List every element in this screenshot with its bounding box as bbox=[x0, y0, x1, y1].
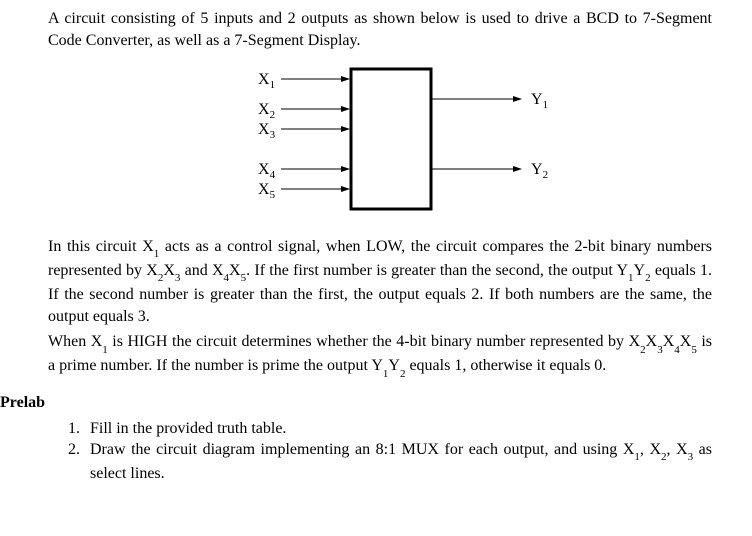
label-y2: Y2 bbox=[531, 161, 548, 181]
list-item: 1. Fill in the provided truth table. bbox=[68, 418, 712, 440]
circuit-diagram: X1 X2 X3 X4 X5 Y1 Y2 bbox=[0, 59, 752, 224]
list-body: Draw the circuit diagram implementing an… bbox=[90, 439, 712, 485]
label-x5: X5 bbox=[258, 181, 276, 201]
description-paragraph-1: In this circuit X1 acts as a control sig… bbox=[48, 236, 712, 327]
description-paragraph-2: When X1 is HIGH the circuit determines w… bbox=[48, 331, 712, 379]
prelab-heading: Prelab bbox=[0, 394, 752, 412]
list-body: Fill in the provided truth table. bbox=[90, 418, 712, 440]
label-x3: X3 bbox=[258, 121, 276, 141]
diagram-svg: X1 X2 X3 X4 X5 Y1 Y2 bbox=[176, 59, 576, 224]
prelab-list: 1. Fill in the provided truth table. 2. … bbox=[0, 418, 752, 485]
label-y1: Y1 bbox=[531, 91, 548, 111]
list-item: 2. Draw the circuit diagram implementing… bbox=[68, 439, 712, 485]
list-number: 2. bbox=[68, 439, 90, 485]
label-x4: X4 bbox=[258, 161, 276, 181]
intro-text: A circuit consisting of 5 inputs and 2 o… bbox=[48, 10, 712, 49]
list-number: 1. bbox=[68, 418, 90, 440]
intro-paragraph: A circuit consisting of 5 inputs and 2 o… bbox=[48, 8, 712, 51]
label-x2: X2 bbox=[258, 101, 275, 121]
label-x1: X1 bbox=[258, 71, 275, 91]
